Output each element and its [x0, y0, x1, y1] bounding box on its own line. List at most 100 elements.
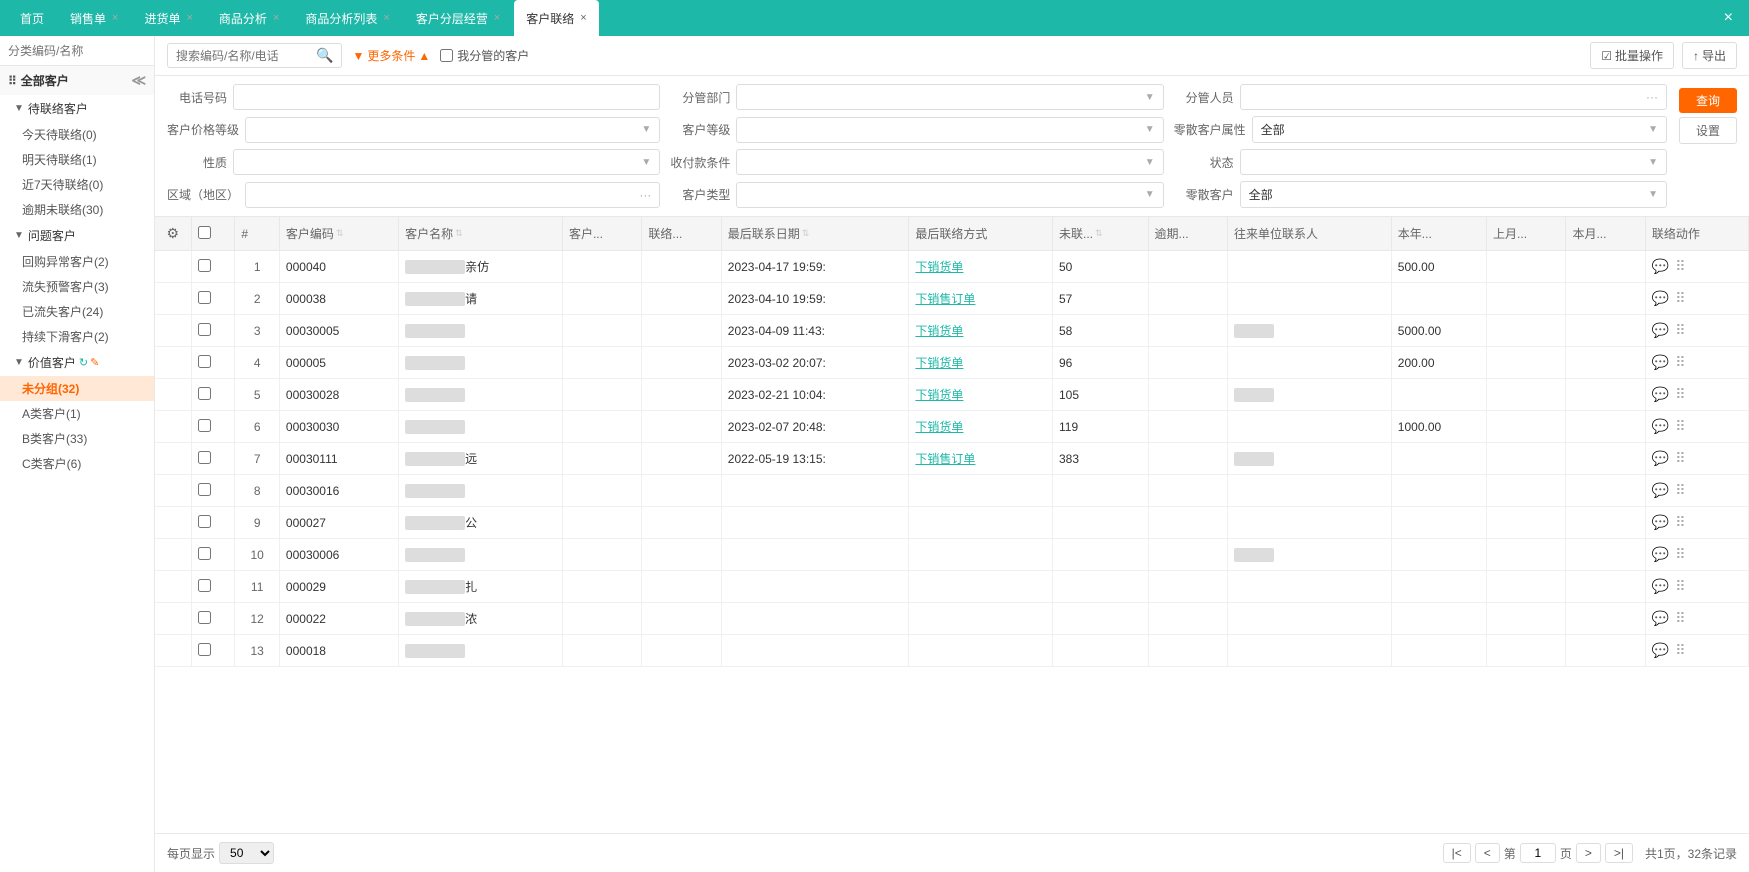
message-icon[interactable]: 💬 [1652, 322, 1669, 339]
collapse-icon[interactable]: ≪ [131, 72, 146, 89]
nature-input[interactable]: ▼ [233, 149, 660, 175]
message-icon[interactable]: 💬 [1652, 514, 1669, 531]
row-checkbox[interactable] [198, 291, 211, 304]
contact-method-link[interactable]: 下销货单 [915, 324, 963, 338]
row-checkbox[interactable] [198, 355, 211, 368]
message-icon[interactable]: 💬 [1652, 354, 1669, 371]
row-checkbox[interactable] [198, 515, 211, 528]
filter-search-icon[interactable]: 🔍 [316, 47, 333, 64]
col-this-year[interactable]: 本年... [1391, 217, 1486, 251]
refresh-icon[interactable]: ↻ [79, 356, 88, 369]
row-checkbox-cell[interactable] [191, 251, 235, 283]
my-customers-filter[interactable]: 我分管的客户 [440, 47, 529, 64]
grid-action-icon[interactable]: ⠿ [1675, 290, 1685, 307]
sidebar-search-input[interactable] [8, 44, 155, 58]
next-page-button[interactable]: > [1576, 843, 1601, 863]
row-checkbox[interactable] [198, 483, 211, 496]
pending-group-header[interactable]: ▼ 待联络客户 [0, 95, 154, 122]
problem-group-header[interactable]: ▼ 问题客户 [0, 222, 154, 249]
grid-action-icon[interactable]: ⠿ [1675, 642, 1685, 659]
tab-product-analysis[interactable]: 商品分析 × [207, 0, 291, 36]
contact-method-link[interactable]: 下销货单 [915, 356, 963, 370]
phone-input[interactable] [233, 84, 660, 110]
retail-customer-input[interactable]: 全部 ▼ [1240, 181, 1667, 208]
first-page-button[interactable]: |< [1443, 843, 1471, 863]
row-checkbox-cell[interactable] [191, 475, 235, 507]
edit-icon[interactable]: ✎ [90, 356, 99, 369]
col-contact[interactable]: 联络... [642, 217, 721, 251]
sidebar-item-tomorrow-pending[interactable]: 明天待联络(1) [0, 147, 154, 172]
sidebar-item-churned[interactable]: 已流失客户(24) [0, 299, 154, 324]
close-icon[interactable]: × [112, 12, 118, 24]
row-checkbox-cell[interactable] [191, 347, 235, 379]
row-checkbox[interactable] [198, 387, 211, 400]
settings-icon[interactable]: ⚙ [166, 225, 179, 241]
grid-action-icon[interactable]: ⠿ [1675, 578, 1685, 595]
reset-button[interactable]: 设置 [1679, 117, 1737, 144]
row-checkbox[interactable] [198, 419, 211, 432]
message-icon[interactable]: 💬 [1652, 482, 1669, 499]
col-code[interactable]: 客户编码 ⇅ [279, 217, 398, 251]
grid-action-icon[interactable]: ⠿ [1675, 418, 1685, 435]
close-icon[interactable]: × [580, 12, 586, 24]
col-last-date[interactable]: 最后联系日期 ⇅ [721, 217, 909, 251]
row-checkbox-cell[interactable] [191, 571, 235, 603]
message-icon[interactable]: 💬 [1652, 258, 1669, 275]
status-input[interactable]: ▼ [1240, 149, 1667, 175]
row-checkbox[interactable] [198, 451, 211, 464]
grid-action-icon[interactable]: ⠿ [1675, 610, 1685, 627]
message-icon[interactable]: 💬 [1652, 642, 1669, 659]
sidebar-item-today-pending[interactable]: 今天待联络(0) [0, 122, 154, 147]
query-button[interactable]: 查询 [1679, 88, 1737, 113]
price-level-input[interactable]: ▼ [245, 117, 660, 143]
col-settings[interactable]: ⚙ [155, 217, 191, 251]
grid-action-icon[interactable]: ⠿ [1675, 386, 1685, 403]
sidebar-item-overdue-no-contact[interactable]: 逾期未联络(30) [0, 197, 154, 222]
contact-method-link[interactable]: 下销售订单 [915, 452, 975, 466]
row-checkbox[interactable] [198, 611, 211, 624]
row-checkbox-cell[interactable] [191, 411, 235, 443]
prev-page-button[interactable]: < [1475, 843, 1500, 863]
payment-input[interactable]: ▼ [736, 149, 1163, 175]
sidebar-item-abnormal[interactable]: 回购异常客户(2) [0, 249, 154, 274]
all-customers-title[interactable]: ⠿ 全部客户 ≪ [0, 66, 154, 95]
col-overdue[interactable]: 逾期... [1148, 217, 1227, 251]
retail-attr-input[interactable]: 全部 ▼ [1252, 116, 1667, 143]
tab-customer-contact[interactable]: 客户联络 × [514, 0, 598, 36]
grid-action-icon[interactable]: ⠿ [1675, 482, 1685, 499]
filter-search-input[interactable] [176, 49, 316, 63]
select-all-checkbox[interactable] [198, 226, 211, 239]
tab-product-analysis-list[interactable]: 商品分析列表 × [293, 0, 401, 36]
col-checkbox[interactable] [191, 217, 235, 251]
my-customers-checkbox[interactable] [440, 49, 453, 62]
manager-input[interactable]: ··· [1240, 84, 1667, 110]
close-icon[interactable]: × [186, 12, 192, 24]
sidebar-item-churn-warning[interactable]: 流失预警客户(3) [0, 274, 154, 299]
col-name[interactable]: 客户名称 ⇅ [399, 217, 563, 251]
tab-sales[interactable]: 销售单 × [58, 0, 130, 36]
col-type[interactable]: 客户... [562, 217, 641, 251]
contact-method-link[interactable]: 下销货单 [915, 260, 963, 274]
row-checkbox-cell[interactable] [191, 283, 235, 315]
grid-action-icon[interactable]: ⠿ [1675, 322, 1685, 339]
message-icon[interactable]: 💬 [1652, 546, 1669, 563]
customer-level-input[interactable]: ▼ [736, 117, 1163, 143]
col-this-month[interactable]: 本月... [1566, 217, 1645, 251]
sidebar-item-class-b[interactable]: B类客户(33) [0, 426, 154, 451]
sidebar-item-unclassified[interactable]: 未分组(32) [0, 376, 154, 401]
page-number-input[interactable] [1520, 843, 1556, 863]
more-conditions-button[interactable]: ▼ 更多条件 ▲ [352, 47, 430, 64]
sidebar-item-class-a[interactable]: A类客户(1) [0, 401, 154, 426]
row-checkbox-cell[interactable] [191, 635, 235, 667]
grid-action-icon[interactable]: ⠿ [1675, 354, 1685, 371]
row-checkbox-cell[interactable] [191, 507, 235, 539]
message-icon[interactable]: 💬 [1652, 290, 1669, 307]
row-checkbox-cell[interactable] [191, 379, 235, 411]
close-icon[interactable]: × [383, 12, 389, 24]
row-checkbox-cell[interactable] [191, 443, 235, 475]
sidebar-item-class-c[interactable]: C类客户(6) [0, 451, 154, 476]
col-unit-contact[interactable]: 往来单位联系人 [1227, 217, 1391, 251]
grid-action-icon[interactable]: ⠿ [1675, 450, 1685, 467]
export-button[interactable]: ↑ 导出 [1682, 42, 1737, 69]
contact-method-link[interactable]: 下销货单 [915, 420, 963, 434]
